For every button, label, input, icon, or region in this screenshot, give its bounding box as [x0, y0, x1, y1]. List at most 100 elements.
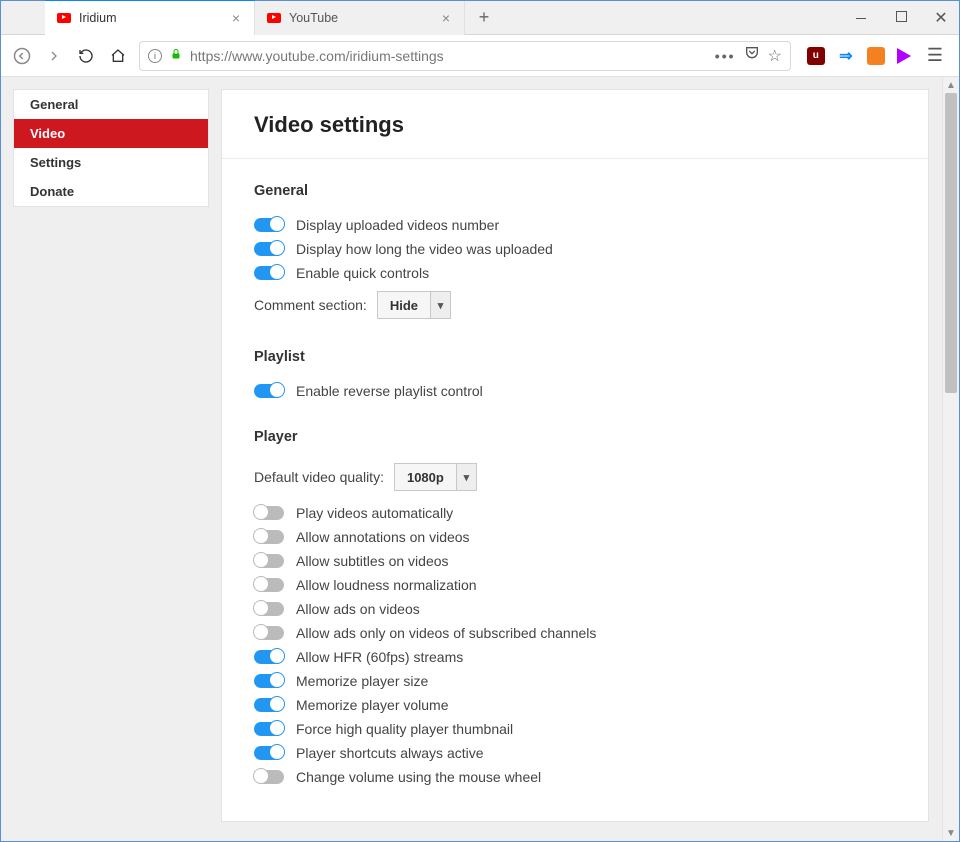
scroll-down-icon[interactable]: ▼	[943, 825, 959, 841]
pocket-icon[interactable]	[744, 45, 760, 66]
section-heading: Player	[254, 429, 896, 445]
select-label: Comment section:	[254, 297, 367, 313]
extension-icons: u ⇒	[801, 47, 911, 65]
toggle[interactable]	[254, 554, 284, 568]
home-button[interactable]	[107, 45, 129, 67]
youtube-icon	[267, 13, 281, 23]
toggle[interactable]	[254, 746, 284, 760]
hamburger-menu-button[interactable]: ☰	[921, 45, 949, 66]
chevron-down-icon: ▾	[456, 464, 476, 490]
opt-quick-controls: Enable quick controls	[254, 265, 896, 281]
opt-label: Play videos automatically	[296, 505, 453, 521]
extension-play-icon[interactable]	[897, 48, 911, 64]
opt-display-uploaded-count: Display uploaded videos number	[254, 217, 896, 233]
bookmark-star-icon[interactable]: ☆	[768, 46, 782, 66]
toggle[interactable]	[254, 674, 284, 688]
opt-label: Enable reverse playlist control	[296, 383, 483, 399]
tab-close-button[interactable]: ×	[228, 10, 244, 26]
site-info-icon[interactable]: i	[148, 49, 162, 63]
toggle[interactable]	[254, 578, 284, 592]
opt-shortcuts-active: Player shortcuts always active	[254, 745, 896, 761]
browser-tabstrip: Iridium × YouTube × + ✕	[1, 1, 959, 35]
opt-label: Force high quality player thumbnail	[296, 721, 513, 737]
opt-label: Allow subtitles on videos	[296, 553, 449, 569]
tab-label: YouTube	[289, 11, 338, 25]
extension-arrows-icon[interactable]: ⇒	[837, 47, 855, 65]
opt-label: Allow ads on videos	[296, 601, 420, 617]
opt-label: Allow loudness normalization	[296, 577, 477, 593]
section-player: Player Default video quality: 1080p ▾ Pl…	[254, 429, 896, 785]
opt-label: Allow ads only on videos of subscribed c…	[296, 625, 596, 641]
video-quality-select[interactable]: 1080p ▾	[394, 463, 477, 491]
opt-memorize-size: Memorize player size	[254, 673, 896, 689]
toggle[interactable]	[254, 384, 284, 398]
window-close-button[interactable]: ✕	[931, 8, 951, 28]
opt-label: Display how long the video was uploaded	[296, 241, 553, 257]
url-text: https://www.youtube.com/iridium-settings	[190, 48, 707, 64]
sidebar-item-donate[interactable]: Donate	[14, 177, 208, 206]
section-general: General Display uploaded videos number D…	[254, 183, 896, 319]
scroll-up-icon[interactable]: ▲	[943, 77, 959, 93]
section-heading: Playlist	[254, 349, 896, 365]
toggle[interactable]	[254, 722, 284, 736]
tab-iridium[interactable]: Iridium ×	[45, 1, 255, 35]
sidebar-item-video[interactable]: Video	[14, 119, 208, 148]
vertical-scrollbar[interactable]: ▲ ▼	[942, 77, 959, 841]
extension-orange-icon[interactable]	[867, 47, 885, 65]
sidebar-item-settings[interactable]: Settings	[14, 148, 208, 177]
select-value: 1080p	[395, 470, 456, 485]
toggle[interactable]	[254, 602, 284, 616]
video-quality-row: Default video quality: 1080p ▾	[254, 463, 896, 491]
url-bar[interactable]: i https://www.youtube.com/iridium-settin…	[139, 41, 791, 71]
back-button[interactable]	[11, 45, 33, 67]
window-controls: ✕	[851, 8, 959, 28]
opt-label: Player shortcuts always active	[296, 745, 484, 761]
tab-youtube[interactable]: YouTube ×	[255, 1, 465, 35]
opt-reverse-playlist: Enable reverse playlist control	[254, 383, 896, 399]
section-playlist: Playlist Enable reverse playlist control	[254, 349, 896, 399]
window-maximize-button[interactable]	[891, 11, 911, 25]
chevron-down-icon: ▾	[430, 292, 450, 318]
sidebar-item-general[interactable]: General	[14, 90, 208, 119]
opt-label: Memorize player volume	[296, 697, 449, 713]
opt-label: Memorize player size	[296, 673, 428, 689]
toggle[interactable]	[254, 218, 284, 232]
new-tab-button[interactable]: +	[469, 3, 499, 33]
opt-label: Allow HFR (60fps) streams	[296, 649, 463, 665]
toggle[interactable]	[254, 242, 284, 256]
opt-label: Display uploaded videos number	[296, 217, 499, 233]
toggle[interactable]	[254, 266, 284, 280]
toggle[interactable]	[254, 530, 284, 544]
comment-section-select[interactable]: Hide ▾	[377, 291, 451, 319]
lock-icon	[170, 48, 182, 63]
opt-memorize-volume: Memorize player volume	[254, 697, 896, 713]
tab-close-button[interactable]: ×	[438, 10, 454, 26]
window-minimize-button[interactable]	[851, 11, 871, 25]
opt-label: Allow annotations on videos	[296, 529, 470, 545]
scrollbar-thumb[interactable]	[945, 93, 957, 393]
opt-loudness: Allow loudness normalization	[254, 577, 896, 593]
opt-annotations: Allow annotations on videos	[254, 529, 896, 545]
tab-label: Iridium	[79, 11, 117, 25]
opt-wheel-volume: Change volume using the mouse wheel	[254, 769, 896, 785]
youtube-icon	[57, 13, 71, 23]
toggle[interactable]	[254, 626, 284, 640]
forward-button[interactable]	[43, 45, 65, 67]
opt-ads-subscribed: Allow ads only on videos of subscribed c…	[254, 625, 896, 641]
ublock-icon[interactable]: u	[807, 47, 825, 65]
settings-panel: Video settings General Display uploaded …	[221, 89, 929, 822]
opt-display-upload-age: Display how long the video was uploaded	[254, 241, 896, 257]
opt-label: Change volume using the mouse wheel	[296, 769, 541, 785]
browser-viewport: General Video Settings Donate Video sett…	[1, 77, 959, 841]
opt-autoplay: Play videos automatically	[254, 505, 896, 521]
select-label: Default video quality:	[254, 469, 384, 485]
browser-navbar: i https://www.youtube.com/iridium-settin…	[1, 35, 959, 77]
toggle[interactable]	[254, 698, 284, 712]
page-actions-icon[interactable]: •••	[715, 48, 736, 64]
divider	[222, 158, 928, 159]
toggle[interactable]	[254, 770, 284, 784]
toggle[interactable]	[254, 650, 284, 664]
page-content: General Video Settings Donate Video sett…	[13, 89, 929, 822]
toggle[interactable]	[254, 506, 284, 520]
reload-button[interactable]	[75, 45, 97, 67]
